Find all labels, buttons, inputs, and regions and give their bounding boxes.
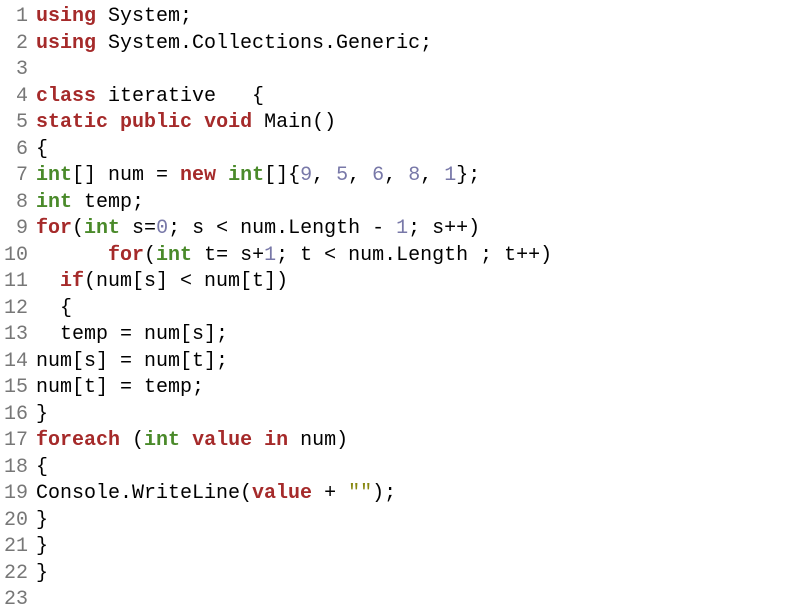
code-line: 19Console.WriteLine(value + ""); <box>0 481 808 508</box>
line-number: 7 <box>0 163 36 190</box>
code-text: using System.Collections.Generic; <box>36 31 432 58</box>
code-line: 15num[t] = temp; <box>0 375 808 402</box>
code-text: using System; <box>36 4 192 31</box>
code-line: 18{ <box>0 455 808 482</box>
line-number: 13 <box>0 322 36 349</box>
code-line: 3 <box>0 57 808 84</box>
line-number: 17 <box>0 428 36 455</box>
line-number: 4 <box>0 84 36 111</box>
code-text: Console.WriteLine(value + ""); <box>36 481 396 508</box>
line-number: 10 <box>0 243 36 270</box>
line-number: 8 <box>0 190 36 217</box>
code-line: 6{ <box>0 137 808 164</box>
code-line: 16} <box>0 402 808 429</box>
code-text: } <box>36 402 48 429</box>
code-editor[interactable]: 1using System;2using System.Collections.… <box>0 4 808 614</box>
code-line: 5static public void Main() <box>0 110 808 137</box>
line-number: 14 <box>0 349 36 376</box>
code-line: 13 temp = num[s]; <box>0 322 808 349</box>
code-line: 21} <box>0 534 808 561</box>
code-line: 12 { <box>0 296 808 323</box>
line-number: 5 <box>0 110 36 137</box>
code-text: foreach (int value in num) <box>36 428 348 455</box>
code-line: 14num[s] = num[t]; <box>0 349 808 376</box>
code-line: 2using System.Collections.Generic; <box>0 31 808 58</box>
line-number: 22 <box>0 561 36 588</box>
line-number: 18 <box>0 455 36 482</box>
code-text: class iterative { <box>36 84 264 111</box>
code-line: 9for(int s=0; s < num.Length - 1; s++) <box>0 216 808 243</box>
line-number: 21 <box>0 534 36 561</box>
line-number: 20 <box>0 508 36 535</box>
code-text: static public void Main() <box>36 110 336 137</box>
code-text: { <box>36 455 48 482</box>
code-line: 10 for(int t= s+1; t < num.Length ; t++) <box>0 243 808 270</box>
line-number: 23 <box>0 587 36 614</box>
line-number: 15 <box>0 375 36 402</box>
code-text: } <box>36 508 48 535</box>
line-number: 19 <box>0 481 36 508</box>
line-number: 11 <box>0 269 36 296</box>
line-number: 2 <box>0 31 36 58</box>
code-line: 8int temp; <box>0 190 808 217</box>
line-number: 9 <box>0 216 36 243</box>
code-text: } <box>36 534 48 561</box>
code-text: num[s] = num[t]; <box>36 349 228 376</box>
code-line: 7int[] num = new int[]{9, 5, 6, 8, 1}; <box>0 163 808 190</box>
code-text: for(int t= s+1; t < num.Length ; t++) <box>36 243 552 270</box>
code-text: if(num[s] < num[t]) <box>36 269 288 296</box>
code-line: 23 <box>0 587 808 614</box>
code-text: } <box>36 561 48 588</box>
code-line: 22} <box>0 561 808 588</box>
code-line: 20} <box>0 508 808 535</box>
code-line: 11 if(num[s] < num[t]) <box>0 269 808 296</box>
code-text: int[] num = new int[]{9, 5, 6, 8, 1}; <box>36 163 480 190</box>
line-number: 12 <box>0 296 36 323</box>
line-number: 3 <box>0 57 36 84</box>
code-line: 4class iterative { <box>0 84 808 111</box>
line-number: 6 <box>0 137 36 164</box>
code-line: 1using System; <box>0 4 808 31</box>
code-text: int temp; <box>36 190 144 217</box>
line-number: 1 <box>0 4 36 31</box>
code-text: { <box>36 137 48 164</box>
code-text: for(int s=0; s < num.Length - 1; s++) <box>36 216 480 243</box>
code-line: 17foreach (int value in num) <box>0 428 808 455</box>
code-text: temp = num[s]; <box>36 322 228 349</box>
code-text: num[t] = temp; <box>36 375 204 402</box>
code-text: { <box>36 296 72 323</box>
line-number: 16 <box>0 402 36 429</box>
